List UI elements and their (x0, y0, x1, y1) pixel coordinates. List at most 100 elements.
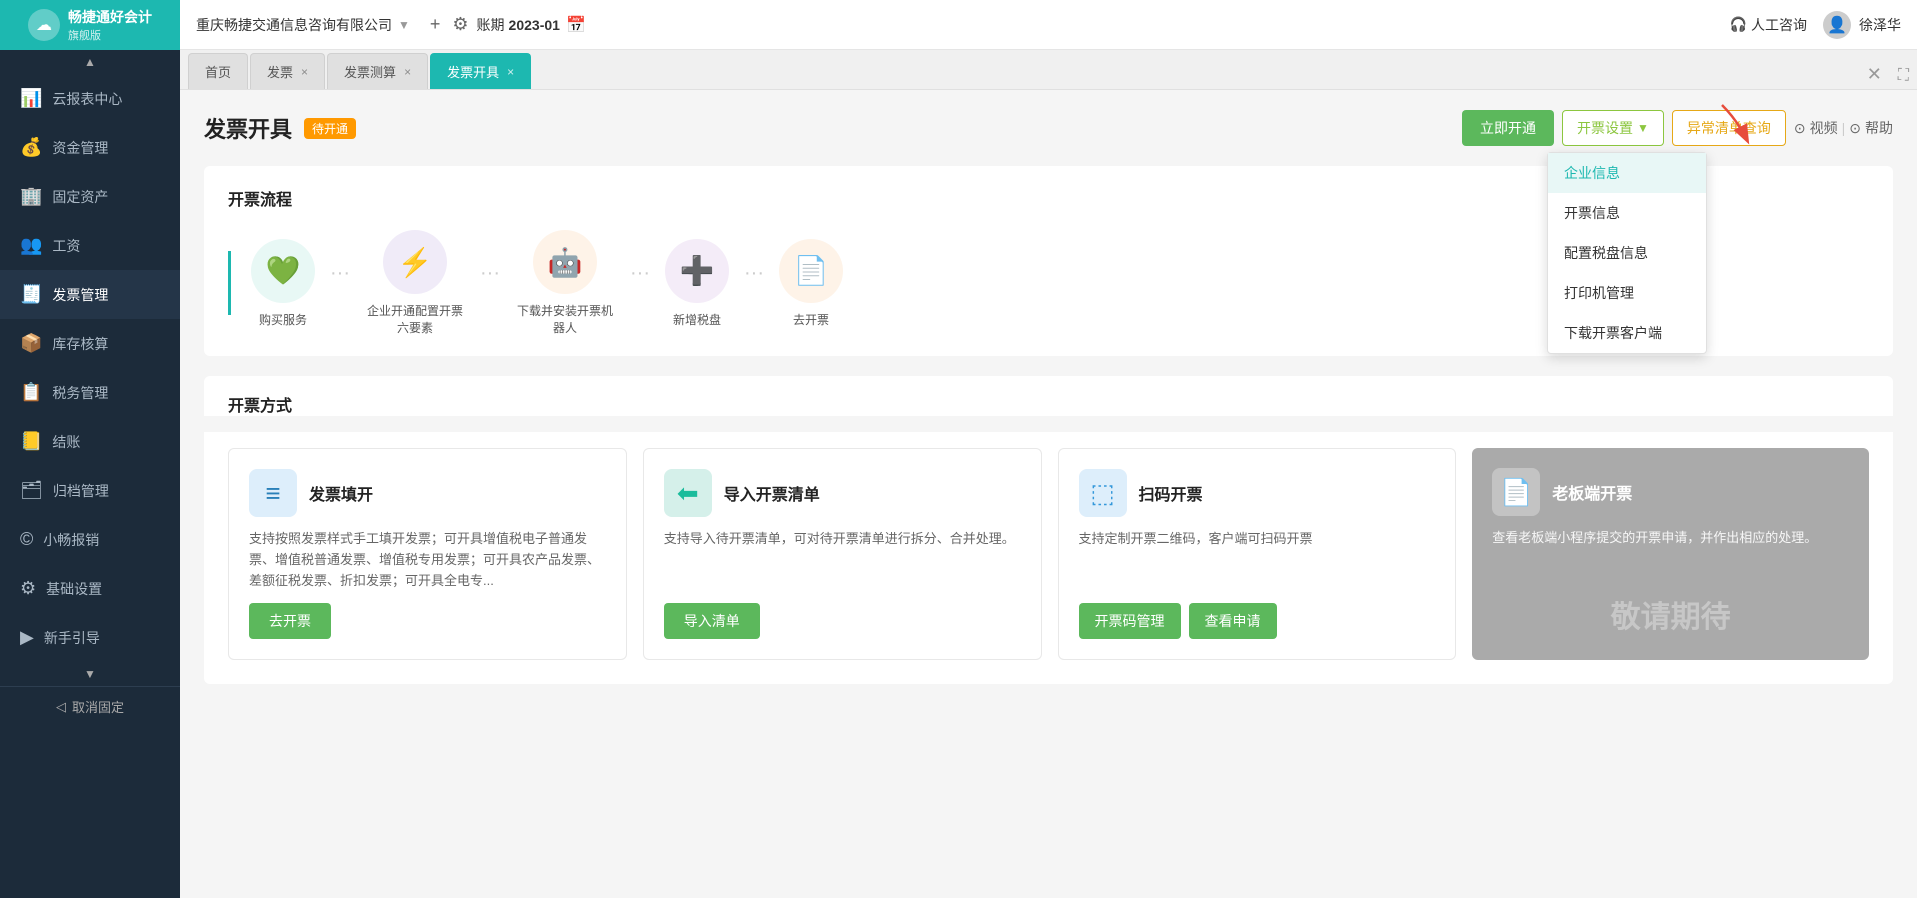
step5-icon: 📄 (779, 239, 843, 303)
sidebar-item-gudingzichan[interactable]: 🏢 固定资产 (0, 172, 180, 221)
sidebar-item-yunbao[interactable]: 📊 云报表中心 (0, 74, 180, 123)
methods-section-title: 开票方式 (204, 376, 1893, 416)
step1-label: 购买服务 (259, 311, 307, 328)
sidebar-item-gongzi[interactable]: 👥 工资 (0, 221, 180, 270)
fapiao-label: 发票管理 (52, 285, 108, 305)
settings-dropdown-arrow-icon: ▼ (1637, 121, 1649, 135)
settings-icon[interactable]: ⚙ (452, 14, 468, 35)
sidebar-item-fapiao[interactable]: 🧾 发票管理 (0, 270, 180, 319)
fill-invoice-desc: 支持按照发票样式手工填开发票；可开具增值税电子普通发票、增值税普通发票、增值税专… (249, 529, 606, 591)
yunbao-icon: 📊 (20, 88, 42, 109)
dropdown-item-company-info[interactable]: 企业信息 (1548, 153, 1706, 193)
tabs-bar: 首页 发票 × 发票测算 × 发票开具 × ✕ ⛶ (180, 50, 1917, 90)
boss-title: 老板端开票 (1552, 480, 1632, 504)
step4-icon: ➕ (665, 239, 729, 303)
guidang-icon: 🗂 (20, 480, 43, 501)
sidebar: ▲ 📊 云报表中心 💰 资金管理 🏢 固定资产 👥 工资 🧾 发票管理 📦 库存… (0, 50, 180, 898)
sidebar-item-xinshou[interactable]: ▶ 新手引导 (0, 613, 180, 662)
add-company-btn[interactable]: + (430, 14, 441, 35)
guidang-label: 归档管理 (53, 481, 109, 501)
fapiao-icon: 🧾 (20, 284, 42, 305)
method-card-scan: ⬚ 扫码开票 支持定制开票二维码，客户端可扫码开票 开票码管理 查看申请 (1058, 448, 1457, 660)
page-title: 发票开具 (204, 112, 292, 144)
tab-fapiao[interactable]: 发票 × (250, 53, 325, 89)
content-area: 首页 发票 × 发票测算 × 发票开具 × ✕ ⛶ 发票开具 (180, 50, 1917, 898)
tab-fapiao-close[interactable]: × (301, 65, 308, 79)
step4-label: 新增税盘 (673, 311, 721, 328)
dropdown-item-invoice-info[interactable]: 开票信息 (1548, 193, 1706, 233)
import-list-icon: ⬅ (664, 469, 712, 517)
fill-invoice-title: 发票填开 (309, 481, 373, 505)
sidebar-scroll-down[interactable]: ▼ (0, 662, 180, 686)
page-title-row: 发票开具 待开通 立即开通 开票设置 ▼ 异常清单查询 ⊙ 视频 | ⊙ (204, 110, 1893, 146)
settings-dropdown-btn[interactable]: 开票设置 ▼ (1562, 110, 1664, 146)
step1-icon: 💚 (251, 239, 315, 303)
tab-fapiao-kaiju[interactable]: 发票开具 × (430, 53, 531, 89)
process-step-5: 📄 去开票 (779, 239, 843, 328)
logo-icon: ☁ (28, 9, 60, 41)
sidebar-item-jiezhang[interactable]: 📒 结账 (0, 417, 180, 466)
step3-icon: 🤖 (533, 230, 597, 294)
tab-kaiju-close[interactable]: × (507, 65, 514, 79)
arrow4: ··· (729, 262, 779, 305)
step3-label: 下载并安装开票机器人 (515, 302, 615, 336)
process-step-1: 💚 购买服务 (251, 239, 315, 328)
overlay-text: 敬请期待 (1472, 592, 1869, 636)
import-list-btn[interactable]: 导入清单 (664, 603, 760, 639)
dropdown-item-tax-config[interactable]: 配置税盘信息 (1548, 233, 1706, 273)
arrow1: ··· (315, 262, 365, 305)
scan-code-manage-btn[interactable]: 开票码管理 (1079, 603, 1181, 639)
sidebar-item-xiaochang[interactable]: © 小畅报销 (0, 515, 180, 564)
scan-view-apply-btn[interactable]: 查看申请 (1189, 603, 1277, 639)
kucun-icon: 📦 (20, 333, 42, 354)
help-icon: ⊙ (1849, 120, 1861, 137)
dropdown-item-printer[interactable]: 打印机管理 (1548, 273, 1706, 313)
logo-text-group: 畅捷通好会计 旗舰版 (68, 7, 152, 43)
video-label[interactable]: 视频 (1810, 118, 1838, 138)
shuiwu-label: 税务管理 (52, 383, 108, 403)
period-label: 账期 (477, 15, 505, 35)
support-btn[interactable]: 🎧 人工咨询 (1730, 15, 1807, 35)
sidebar-item-jichushezhi[interactable]: ⚙ 基础设置 (0, 564, 180, 613)
tab-fapiao-cesuan[interactable]: 发票测算 × (327, 53, 428, 89)
process-step-3: 🤖 下载并安装开票机器人 (515, 230, 615, 336)
sidebar-item-kucun[interactable]: 📦 库存核算 (0, 319, 180, 368)
page-content: 发票开具 待开通 立即开通 开票设置 ▼ 异常清单查询 ⊙ 视频 | ⊙ (180, 90, 1917, 898)
company-selector[interactable]: 重庆畅捷交通信息咨询有限公司 ▼ (180, 15, 426, 35)
user-name: 徐泽华 (1859, 15, 1901, 35)
shuiwu-icon: 📋 (20, 382, 42, 403)
gudingzichan-label: 固定资产 (52, 187, 108, 207)
scan-icon: ⬚ (1079, 469, 1127, 517)
method-cards: ≡ 发票填开 支持按照发票样式手工填开发票；可开具增值税电子普通发票、增值税普通… (204, 432, 1893, 684)
sidebar-item-zijin[interactable]: 💰 资金管理 (0, 123, 180, 172)
jiezhang-label: 结账 (52, 432, 80, 452)
import-list-title: 导入开票清单 (724, 481, 820, 505)
sidebar-item-shuiwu[interactable]: 📋 税务管理 (0, 368, 180, 417)
method-card-boss: 📄 老板端开票 查看老板端小程序提交的开票申请，并作出相应的处理。 敬请期待 (1472, 448, 1869, 660)
page-actions: 立即开通 开票设置 ▼ 异常清单查询 ⊙ 视频 | ⊙ 帮助 (1462, 110, 1893, 146)
tab-cesuan-close[interactable]: × (404, 65, 411, 79)
help-label[interactable]: 帮助 (1865, 118, 1893, 138)
headset-icon: 🎧 (1730, 16, 1747, 33)
tab-window-maximize[interactable]: ⛶ (1890, 67, 1917, 89)
method-card-import: ⬅ 导入开票清单 支持导入待开票清单，可对待开票清单进行拆分、合并处理。 导入清… (643, 448, 1042, 660)
sidebar-item-guidang[interactable]: 🗂 归档管理 (0, 466, 180, 515)
fill-invoice-btn[interactable]: 去开票 (249, 603, 331, 639)
activate-btn[interactable]: 立即开通 (1462, 110, 1554, 146)
calendar-icon[interactable]: 📅 (566, 15, 586, 35)
step2-label: 企业开通配置开票六要素 (365, 302, 465, 336)
tab-home[interactable]: 首页 (188, 53, 248, 89)
process-step-4: ➕ 新增税盘 (665, 239, 729, 328)
tab-window-close[interactable]: ✕ (1859, 64, 1890, 89)
dropdown-item-download-client[interactable]: 下载开票客户端 (1548, 313, 1706, 353)
help-area: ⊙ 视频 | ⊙ 帮助 (1794, 118, 1893, 138)
jiezhang-icon: 📒 (20, 431, 42, 452)
exception-btn[interactable]: 异常清单查询 (1672, 110, 1786, 146)
company-dropdown-icon[interactable]: ▼ (398, 18, 410, 32)
jichushezhi-label: 基础设置 (46, 579, 102, 599)
sidebar-scroll-up[interactable]: ▲ (0, 50, 180, 74)
user-area[interactable]: 👤 徐泽华 (1823, 11, 1901, 39)
arrow3: ··· (615, 262, 665, 305)
process-step-2: ⚡ 企业开通配置开票六要素 (365, 230, 465, 336)
cancel-fixed-btn[interactable]: ◁ 取消固定 (0, 686, 180, 726)
